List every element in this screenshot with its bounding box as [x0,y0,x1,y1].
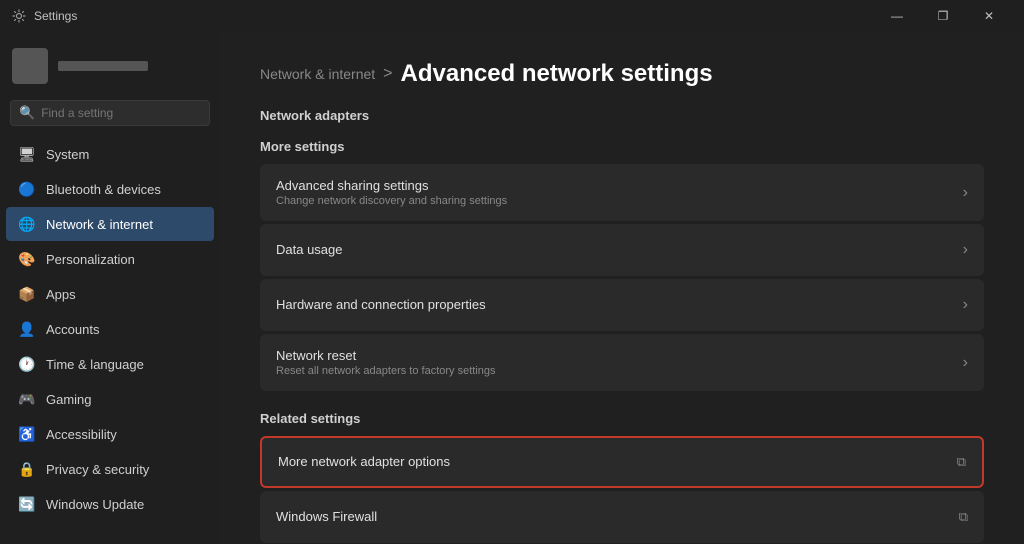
network-adapters-label: Network adapters [260,108,984,123]
related-settings-label: Related settings [260,411,984,426]
settings-item-more-adapter-options[interactable]: More network adapter options ⧉ [260,436,984,488]
settings-item-windows-firewall[interactable]: Windows Firewall ⧉ [260,491,984,543]
chevron-right-icon: › [963,241,968,259]
sidebar-item-gaming[interactable]: 🎮 Gaming [6,382,214,416]
sidebar-item-label: Network & internet [46,217,153,232]
more-settings-group: More settings Advanced sharing settings … [260,139,984,391]
network-adapters-section: Network adapters [260,108,984,123]
settings-item-data-usage[interactable]: Data usage › [260,224,984,276]
more-settings-items: Advanced sharing settings Change network… [260,164,984,391]
sidebar-item-label: Privacy & security [46,462,149,477]
sidebar-item-system[interactable]: 🖥 System [6,137,214,171]
chevron-right-icon: › [963,354,968,372]
settings-item-text: Hardware and connection properties [276,297,963,314]
settings-item-text: Windows Firewall [276,509,959,526]
chevron-right-icon: › [963,184,968,202]
chevron-right-icon: › [963,296,968,314]
settings-item-subtitle: Change network discovery and sharing set… [276,195,963,207]
titlebar-controls: — ❐ ✕ [874,0,1012,32]
settings-item-text: More network adapter options [278,454,957,471]
system-icon: 🖥 [18,145,36,163]
sidebar-item-label: Bluetooth & devices [46,182,161,197]
user-area [0,40,220,96]
settings-item-subtitle: Reset all network adapters to factory se… [276,365,963,377]
sidebar-item-label: Personalization [46,252,135,267]
page-title: Advanced network settings [401,60,713,88]
external-link-icon: ⧉ [959,509,968,525]
titlebar-title: Settings [34,9,77,23]
sidebar-item-label: Gaming [46,392,92,407]
sidebar-item-accessibility[interactable]: ♿ Accessibility [6,417,214,451]
settings-item-network-reset[interactable]: Network reset Reset all network adapters… [260,334,984,391]
sidebar-item-label: Windows Update [46,497,144,512]
gaming-icon: 🎮 [18,390,36,408]
restore-button[interactable]: ❐ [920,0,966,32]
avatar [12,48,48,84]
sidebar-item-label: Accessibility [46,427,117,442]
content-area: Network & internet > Advanced network se… [220,32,1024,544]
sidebar-item-windows-update[interactable]: 🔄 Windows Update [6,487,214,521]
search-box[interactable]: 🔍 [10,100,210,126]
sidebar-item-label: Apps [46,287,76,302]
settings-item-title: Advanced sharing settings [276,178,963,193]
related-settings-items: More network adapter options ⧉ Windows F… [260,436,984,543]
settings-item-title: Windows Firewall [276,509,959,524]
search-icon: 🔍 [19,105,35,121]
accessibility-icon: ♿ [18,425,36,443]
sidebar-item-personalization[interactable]: 🎨 Personalization [6,242,214,276]
settings-item-title: More network adapter options [278,454,957,469]
settings-item-title: Hardware and connection properties [276,297,963,312]
breadcrumb-parent[interactable]: Network & internet [260,66,375,82]
app-body: 🔍 🖥 System 🔵 Bluetooth & devices 🌐 Netwo… [0,32,1024,544]
bluetooth-icon: 🔵 [18,180,36,198]
titlebar: Settings — ❐ ✕ [0,0,1024,32]
settings-item-advanced-sharing[interactable]: Advanced sharing settings Change network… [260,164,984,221]
network-icon: 🌐 [18,215,36,233]
settings-item-title: Data usage [276,242,963,257]
external-link-icon: ⧉ [957,454,966,470]
sidebar-item-label: Accounts [46,322,99,337]
titlebar-left: Settings [12,9,77,23]
settings-app-icon [12,9,26,23]
sidebar-item-time[interactable]: 🕐 Time & language [6,347,214,381]
sidebar-item-label: Time & language [46,357,144,372]
accounts-icon: 👤 [18,320,36,338]
sidebar-item-bluetooth[interactable]: 🔵 Bluetooth & devices [6,172,214,206]
sidebar-item-accounts[interactable]: 👤 Accounts [6,312,214,346]
breadcrumb-separator: > [383,65,392,83]
related-settings-group: Related settings More network adapter op… [260,411,984,543]
minimize-button[interactable]: — [874,0,920,32]
sidebar-item-network[interactable]: 🌐 Network & internet [6,207,214,241]
apps-icon: 📦 [18,285,36,303]
settings-item-text: Network reset Reset all network adapters… [276,348,963,377]
sidebar-item-privacy[interactable]: 🔒 Privacy & security [6,452,214,486]
search-input[interactable] [41,106,201,120]
settings-item-hardware-connection[interactable]: Hardware and connection properties › [260,279,984,331]
nav-items: 🖥 System 🔵 Bluetooth & devices 🌐 Network… [0,136,220,522]
sidebar: 🔍 🖥 System 🔵 Bluetooth & devices 🌐 Netwo… [0,32,220,544]
settings-item-text: Advanced sharing settings Change network… [276,178,963,207]
settings-item-text: Data usage [276,242,963,259]
personalization-icon: 🎨 [18,250,36,268]
time-icon: 🕐 [18,355,36,373]
sidebar-item-apps[interactable]: 📦 Apps [6,277,214,311]
user-name-placeholder [58,61,148,71]
privacy-icon: 🔒 [18,460,36,478]
close-button[interactable]: ✕ [966,0,1012,32]
settings-item-title: Network reset [276,348,963,363]
sidebar-item-label: System [46,147,89,162]
more-settings-label: More settings [260,139,984,154]
breadcrumb: Network & internet > Advanced network se… [260,60,984,88]
windows-update-icon: 🔄 [18,495,36,513]
